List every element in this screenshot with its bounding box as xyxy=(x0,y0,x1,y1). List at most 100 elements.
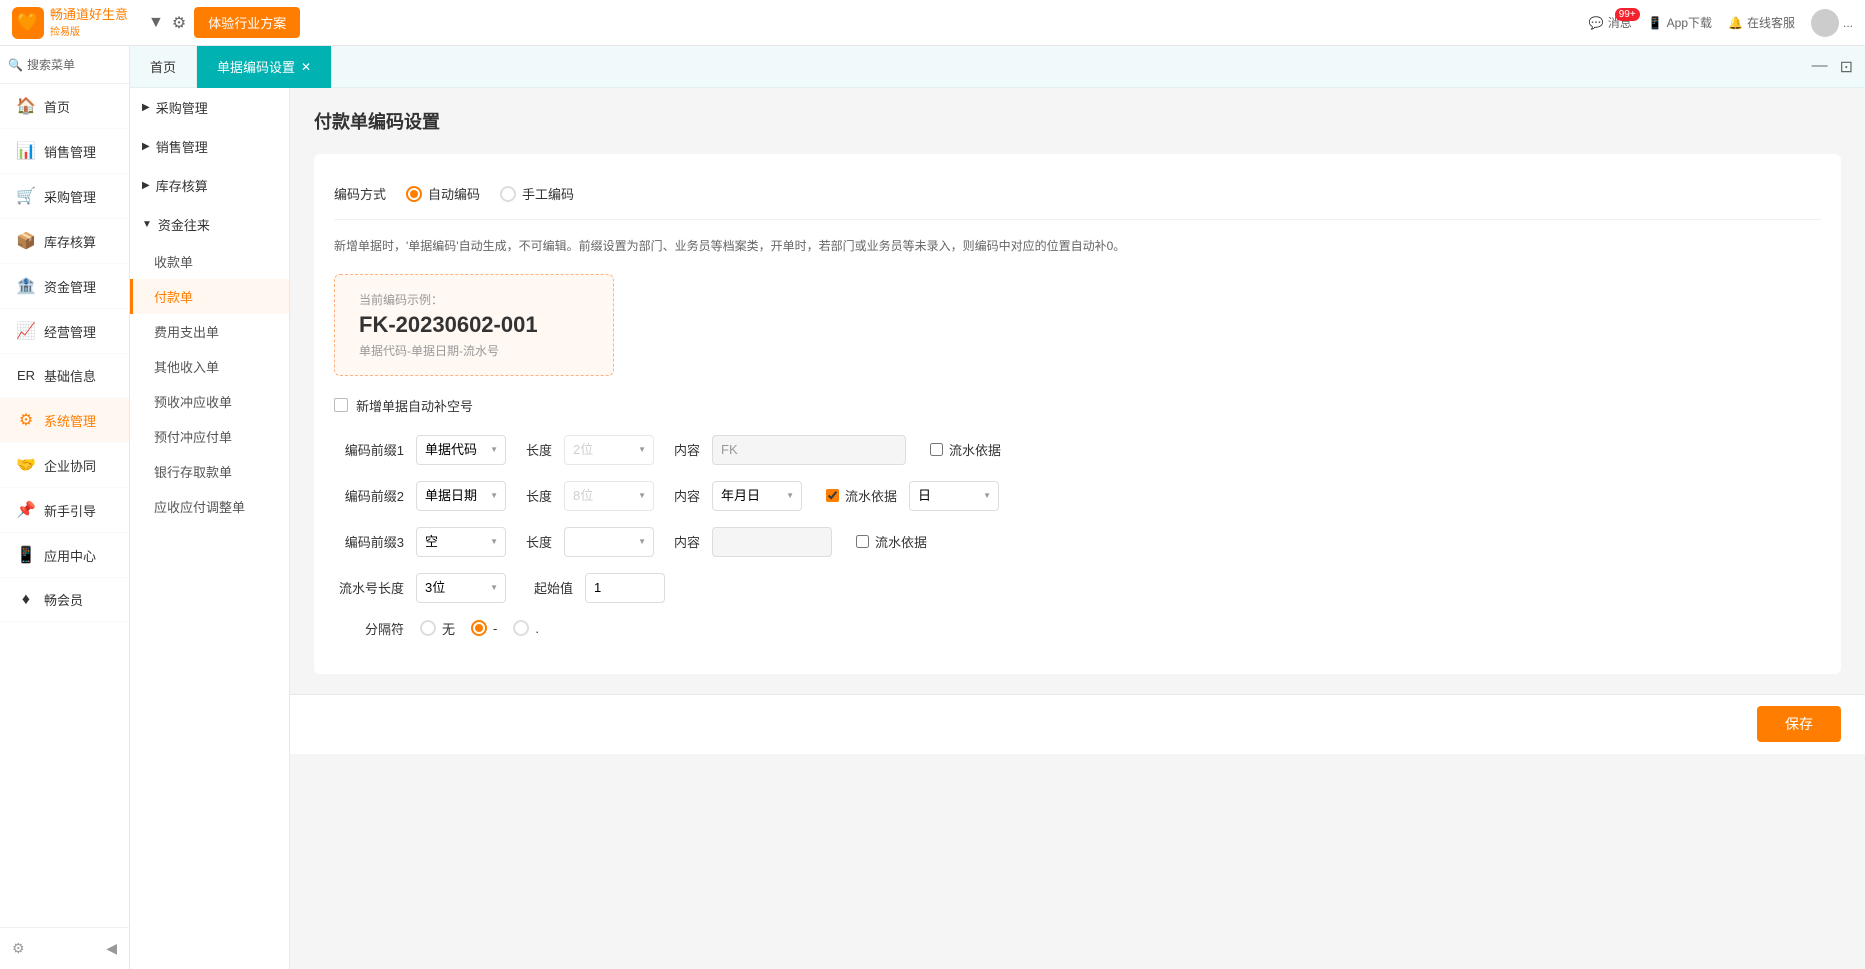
sub-group-purchase-header[interactable]: ▶ 采购管理 xyxy=(130,88,289,127)
length3-select[interactable] xyxy=(564,527,654,557)
serial-length-select-wrapper[interactable]: 3位 4位 5位 xyxy=(416,573,506,603)
length3-label: 长度 xyxy=(526,532,552,551)
purchase-icon: 🛒 xyxy=(16,186,36,206)
sub-group-capital-header[interactable]: ▼ 资金往来 xyxy=(130,205,289,244)
length3-select-wrapper[interactable] xyxy=(564,527,654,557)
manual-encode-option[interactable]: 手工编码 xyxy=(500,184,574,203)
length1-select-wrapper[interactable]: 2位 xyxy=(564,435,654,465)
sidebar-item-sales[interactable]: 📊 销售管理 xyxy=(0,129,129,174)
prefix1-row: 编码前缀1 单据代码 部门 业务员 长度 xyxy=(334,435,1821,465)
separator-dot-option[interactable]: . xyxy=(513,620,539,636)
sub-group-purchase: ▶ 采购管理 xyxy=(130,88,289,127)
prefix3-select[interactable]: 空 部门 业务员 xyxy=(416,527,506,557)
waterflow3-checkbox-label[interactable]: 流水依据 xyxy=(856,532,927,551)
search-menu[interactable]: 🔍 搜索菜单 xyxy=(0,46,129,84)
sidebar-item-system[interactable]: ⚙ 系统管理 xyxy=(0,398,129,443)
tab-minimize-btn[interactable]: — xyxy=(1808,53,1832,81)
sidebar-item-finance[interactable]: 🏦 资金管理 xyxy=(0,264,129,309)
sidebar-item-label: 应用中心 xyxy=(44,546,96,565)
sub-item-bank[interactable]: 银行存取款单 xyxy=(130,454,289,489)
message-icon: 💬 xyxy=(1589,16,1604,30)
length1-select[interactable]: 2位 xyxy=(564,435,654,465)
online-service-item[interactable]: 🔔 在线客服 xyxy=(1728,14,1795,31)
length2-select-wrapper[interactable]: 8位 xyxy=(564,481,654,511)
experience-button[interactable]: 体验行业方案 xyxy=(194,7,300,38)
auto-encode-option[interactable]: 自动编码 xyxy=(406,184,480,203)
sidebar-item-home[interactable]: 🏠 首页 xyxy=(0,84,129,129)
separator-none-radio[interactable] xyxy=(420,620,436,636)
prefix2-select-wrapper[interactable]: 单据日期 部门 业务员 xyxy=(416,481,506,511)
separator-dash-option[interactable]: - xyxy=(471,620,497,636)
sidebar-item-coop[interactable]: 🤝 企业协同 xyxy=(0,443,129,488)
separator-dot-radio[interactable] xyxy=(513,620,529,636)
separator-dash-radio[interactable] xyxy=(471,620,487,636)
content1-input xyxy=(712,435,906,465)
sidebar-item-apps[interactable]: 📱 应用中心 xyxy=(0,533,129,578)
bottom-collapse-btn[interactable]: ◀ xyxy=(106,940,117,957)
sub-item-payment[interactable]: 付款单 xyxy=(130,279,289,314)
topbar-nav[interactable]: ▼ ⚙ 体验行业方案 xyxy=(148,7,300,38)
prefix3-select-wrapper[interactable]: 空 部门 业务员 xyxy=(416,527,506,557)
sidebar-item-guide[interactable]: 📌 新手引导 xyxy=(0,488,129,533)
sub-group-sales-header[interactable]: ▶ 销售管理 xyxy=(130,127,289,166)
waterflow2-checkbox-label[interactable]: 流水依据 xyxy=(826,486,897,505)
settings-icon[interactable]: ⚙ xyxy=(172,13,186,33)
user-avatar-item[interactable]: ... xyxy=(1811,9,1853,37)
separator-none-option[interactable]: 无 xyxy=(420,619,455,638)
encoding-method-label: 编码方式 xyxy=(334,184,386,203)
sub-item-advance-recv[interactable]: 预收冲应收单 xyxy=(130,384,289,419)
waterflow1-checkbox-label[interactable]: 流水依据 xyxy=(930,440,1001,459)
sidebar-item-label: 系统管理 xyxy=(44,411,96,430)
encoding-method-row: 编码方式 自动编码 手工编码 xyxy=(334,174,1821,220)
waterflow1-label: 流水依据 xyxy=(949,440,1001,459)
waterflow3-checkbox[interactable] xyxy=(856,535,869,548)
app-download-item[interactable]: 📱 App下载 xyxy=(1648,14,1712,31)
sub-group-capital-label: 资金往来 xyxy=(158,215,210,234)
length2-select[interactable]: 8位 xyxy=(564,481,654,511)
sub-group-inventory-header[interactable]: ▶ 库存核算 xyxy=(130,166,289,205)
member-icon: ♦ xyxy=(16,591,36,609)
sidebar-item-inventory[interactable]: 📦 库存核算 xyxy=(0,219,129,264)
sidebar-item-operation[interactable]: 📈 经营管理 xyxy=(0,309,129,354)
save-button[interactable]: 保存 xyxy=(1757,706,1841,742)
sub-item-receive[interactable]: 收款单 xyxy=(130,244,289,279)
period-select[interactable]: 日 月 年 xyxy=(909,481,999,511)
prefix2-select[interactable]: 单据日期 部门 业务员 xyxy=(416,481,506,511)
content2-select[interactable]: 年月日 年月 年 xyxy=(712,481,802,511)
serial-length-select[interactable]: 3位 4位 5位 xyxy=(416,573,506,603)
nav-dropdown-icon[interactable]: ▼ xyxy=(148,14,164,32)
sub-item-advance-pay[interactable]: 预付冲应付单 xyxy=(130,419,289,454)
sub-item-other-income[interactable]: 其他收入单 xyxy=(130,349,289,384)
avatar xyxy=(1811,9,1839,37)
sidebar-item-member[interactable]: ♦ 畅会员 xyxy=(0,578,129,622)
serial-start-input[interactable] xyxy=(585,573,665,603)
auto-encode-radio[interactable] xyxy=(406,186,422,202)
prefix1-select-wrapper[interactable]: 单据代码 部门 业务员 xyxy=(416,435,506,465)
tab-code-settings[interactable]: 单据编码设置 ✕ xyxy=(197,46,332,88)
logo-icon: 🧡 xyxy=(12,7,44,39)
waterflow2-label: 流水依据 xyxy=(845,486,897,505)
sidebar-item-label: 新手引导 xyxy=(44,501,96,520)
inventory-icon: 📦 xyxy=(16,231,36,251)
manual-encode-radio[interactable] xyxy=(500,186,516,202)
content2-select-wrapper[interactable]: 年月日 年月 年 xyxy=(712,481,802,511)
sub-item-payable-adj[interactable]: 应收应付调整单 xyxy=(130,489,289,524)
page-area: 付款单编码设置 编码方式 自动编码 手工编码 xyxy=(290,88,1865,969)
tab-home[interactable]: 首页 xyxy=(130,46,197,88)
waterflow1-checkbox[interactable] xyxy=(930,443,943,456)
topbar-right: 💬 消息 99+ 📱 App下载 🔔 在线客服 ... xyxy=(1589,9,1853,37)
sidebar-item-purchase[interactable]: 🛒 采购管理 xyxy=(0,174,129,219)
content2-label: 内容 xyxy=(674,486,700,505)
tab-maximize-btn[interactable]: ⊡ xyxy=(1836,53,1857,81)
sidebar-item-base[interactable]: ER 基础信息 xyxy=(0,354,129,398)
length2-label: 长度 xyxy=(526,486,552,505)
period-select-wrapper[interactable]: 日 月 年 xyxy=(909,481,999,511)
tab-close-icon[interactable]: ✕ xyxy=(301,60,311,74)
bottom-settings-btn[interactable]: ⚙ xyxy=(12,940,25,957)
message-item[interactable]: 💬 消息 99+ xyxy=(1589,14,1632,31)
waterflow2-checkbox[interactable] xyxy=(826,489,839,502)
sub-item-expense[interactable]: 费用支出单 xyxy=(130,314,289,349)
prefix1-select[interactable]: 单据代码 部门 业务员 xyxy=(416,435,506,465)
autofill-checkbox[interactable] xyxy=(334,398,348,412)
prefix3-row: 编码前缀3 空 部门 业务员 长度 xyxy=(334,527,1821,557)
